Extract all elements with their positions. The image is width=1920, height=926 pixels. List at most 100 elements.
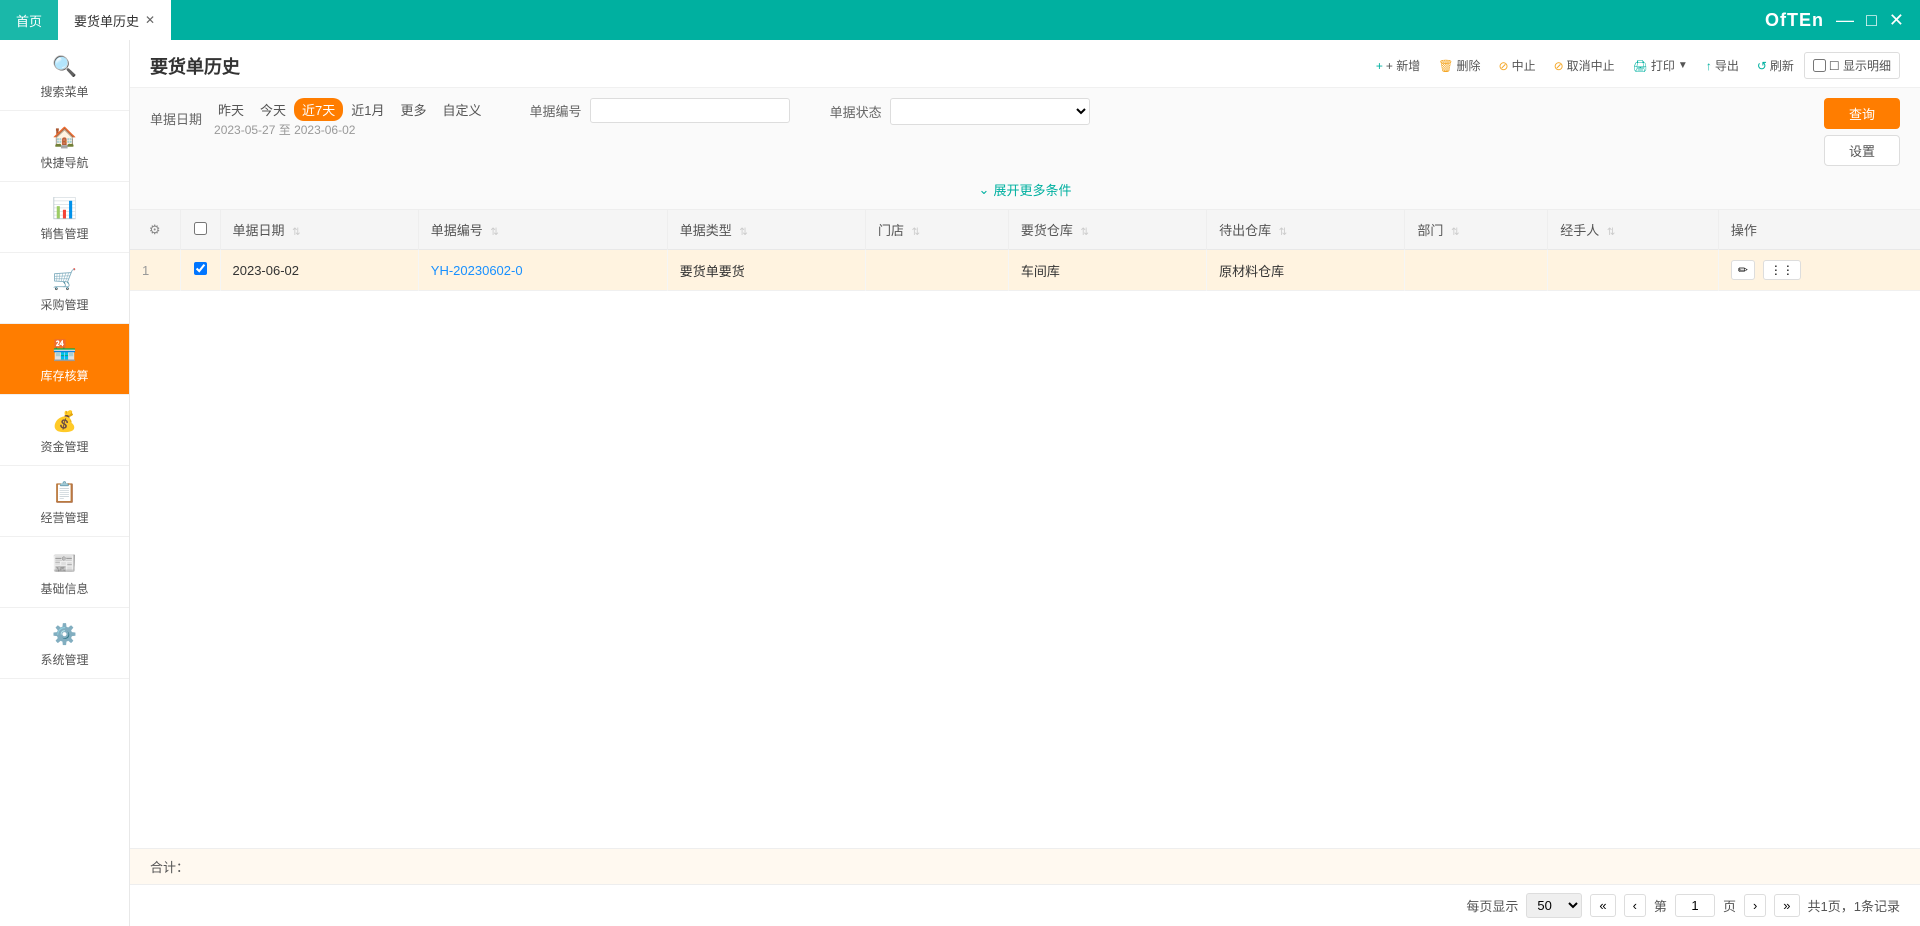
row-actions-cell: ✏ ⋮⋮ — [1718, 250, 1920, 291]
row-more-button[interactable]: ⋮⋮ — [1763, 260, 1801, 280]
handler-sort-icon[interactable]: ⇅ — [1607, 227, 1615, 238]
delete-button[interactable]: 🗑 删除 — [1430, 53, 1488, 78]
new-label: + 新增 — [1386, 57, 1420, 74]
header-row: ⚙ 单据日期 ⇅ 单据编号 ⇅ — [130, 210, 1920, 250]
docno-input[interactable] — [590, 98, 790, 123]
row-doc-date: 2023-06-02 — [220, 250, 418, 291]
window-maximize-icon[interactable]: □ — [1866, 10, 1877, 31]
sidebar-item-basic-info[interactable]: 📰 基础信息 — [0, 537, 129, 608]
sidebar-item-sales[interactable]: 📊 销售管理 — [0, 182, 129, 253]
settings-button[interactable]: 设置 — [1824, 135, 1900, 166]
pagination-bar: 每页显示 50 10 20 100 « ‹ 第 页 › » 共1页，1条记录 — [130, 884, 1920, 926]
date-range-text: 2023-05-27 至 2023-06-02 — [214, 121, 490, 138]
cancel-stop-button[interactable]: ⊘ 取消中止 — [1546, 53, 1623, 78]
export-label: 导出 — [1715, 57, 1739, 74]
doc-type-col-label: 单据类型 — [680, 223, 732, 238]
table-row: 1 2023-06-02 YH-20230602-0 要货单要货 车间库 原材料… — [130, 250, 1920, 291]
doc-type-col-header: 单据类型 ⇅ — [667, 210, 865, 250]
sidebar-item-inventory[interactable]: 🏪 库存核算 — [0, 324, 129, 395]
table-body: 1 2023-06-02 YH-20230602-0 要货单要货 车间库 原材料… — [130, 250, 1920, 291]
sidebar-item-quick-nav[interactable]: 🏠 快捷导航 — [0, 111, 129, 182]
refresh-button[interactable]: ↺ 刷新 — [1749, 53, 1802, 78]
system-icon: ⚙️ — [52, 622, 77, 647]
expand-filter-button[interactable]: ⌄ 展开更多条件 — [979, 180, 1072, 199]
page-number-input[interactable] — [1675, 894, 1715, 917]
tab-close-icon[interactable]: ✕ — [145, 13, 155, 27]
date-btn-1month[interactable]: 近1月 — [343, 98, 392, 121]
sidebar-item-search[interactable]: 🔍 搜索菜单 — [0, 40, 129, 111]
table-settings-icon[interactable]: ⚙ — [149, 222, 161, 237]
date-btn-today[interactable]: 今天 — [252, 98, 294, 121]
window-close-icon[interactable]: ✕ — [1889, 10, 1904, 31]
tab-home[interactable]: 首页 — [0, 0, 58, 40]
first-page-button[interactable]: « — [1590, 894, 1615, 917]
doc-no-sort-icon[interactable]: ⇅ — [490, 227, 498, 238]
new-icon: + — [1376, 59, 1383, 73]
dept-sort-icon[interactable]: ⇅ — [1451, 227, 1459, 238]
next-page-button[interactable]: › — [1744, 894, 1766, 917]
date-btn-7days[interactable]: 近7天 — [294, 98, 343, 121]
doc-no-col-header: 单据编号 ⇅ — [418, 210, 667, 250]
sidebar-item-inventory-label: 库存核算 — [40, 367, 88, 384]
page-title: 要货单历史 — [150, 53, 240, 79]
settings-col-header: ⚙ — [130, 210, 180, 250]
req-warehouse-sort-icon[interactable]: ⇅ — [1081, 227, 1089, 238]
content-area: 要货单历史 + + 新增 🗑 删除 ⊘ 中止 ⊘ 取消中止 — [130, 40, 1920, 926]
display-cell-button[interactable]: ☐ 显示明细 — [1804, 52, 1900, 79]
page-size-select[interactable]: 50 10 20 100 — [1526, 893, 1582, 918]
docstatus-select[interactable] — [890, 98, 1090, 125]
delete-label: 删除 — [1456, 57, 1480, 74]
doc-type-sort-icon[interactable]: ⇅ — [739, 227, 747, 238]
finance-icon: 💰 — [52, 409, 77, 434]
sidebar-item-finance[interactable]: 💰 资金管理 — [0, 395, 129, 466]
print-caret-icon: ▼ — [1678, 60, 1688, 71]
main-table: ⚙ 单据日期 ⇅ 单据编号 ⇅ — [130, 210, 1920, 291]
expand-filter-label: 展开更多条件 — [993, 180, 1071, 199]
stop-label: 中止 — [1512, 57, 1536, 74]
stop-button[interactable]: ⊘ 中止 — [1491, 53, 1544, 78]
tab-history[interactable]: 要货单历史 ✕ — [58, 0, 171, 40]
date-filter-group: 单据日期 昨天 今天 近7天 近1月 更多 自定义 2023-05-27 至 2… — [150, 98, 490, 138]
row-doc-no: YH-20230602-0 — [418, 250, 667, 291]
prev-page-button[interactable]: ‹ — [1624, 894, 1646, 917]
pending-warehouse-col-label: 待出仓库 — [1219, 223, 1271, 238]
date-filter-buttons: 昨天 今天 近7天 近1月 更多 自定义 — [210, 98, 490, 121]
row-action-buttons: ✏ ⋮⋮ — [1731, 260, 1908, 280]
new-button[interactable]: + + 新增 — [1368, 53, 1428, 78]
page-header: 要货单历史 + + 新增 🗑 删除 ⊘ 中止 ⊘ 取消中止 — [130, 40, 1920, 88]
sidebar-item-purchase[interactable]: 🛒 采购管理 — [0, 253, 129, 324]
cancel-stop-icon: ⊘ — [1554, 59, 1564, 73]
delete-icon: 🗑 — [1438, 59, 1453, 73]
row-checkbox[interactable] — [194, 262, 207, 275]
date-btn-more[interactable]: 更多 — [393, 98, 435, 121]
handler-col-label: 经手人 — [1560, 223, 1599, 238]
display-cell-checkbox[interactable] — [1813, 59, 1826, 72]
select-all-checkbox[interactable] — [194, 222, 207, 235]
row-checkbox-cell — [180, 250, 220, 291]
date-btn-yesterday[interactable]: 昨天 — [210, 98, 252, 121]
page-unit: 页 — [1723, 896, 1736, 915]
last-page-button[interactable]: » — [1774, 894, 1799, 917]
query-button[interactable]: 查询 — [1824, 98, 1900, 129]
sidebar-item-operation[interactable]: 📋 经营管理 — [0, 466, 129, 537]
window-minimize-icon[interactable]: — — [1836, 10, 1854, 31]
tab-bar: 首页 要货单历史 ✕ — [0, 0, 171, 40]
store-col-label: 门店 — [878, 223, 904, 238]
doc-date-sort-icon[interactable]: ⇅ — [292, 227, 300, 238]
sidebar-item-quick-nav-label: 快捷导航 — [40, 154, 88, 171]
sidebar-item-system[interactable]: ⚙️ 系统管理 — [0, 608, 129, 679]
pending-warehouse-sort-icon[interactable]: ⇅ — [1279, 227, 1287, 238]
row-edit-button[interactable]: ✏ — [1731, 260, 1755, 280]
print-button[interactable]: 🖨 打印 ▼ — [1625, 53, 1696, 78]
expand-down-icon: ⌄ — [979, 182, 990, 198]
sidebar-item-operation-label: 经营管理 — [40, 509, 88, 526]
row-store — [866, 250, 1009, 291]
date-filter-label: 单据日期 — [150, 109, 202, 128]
filter-action-buttons: 查询 设置 — [1824, 98, 1900, 166]
export-button[interactable]: ↑ 导出 — [1698, 53, 1747, 78]
refresh-label: 刷新 — [1770, 57, 1794, 74]
date-btn-custom[interactable]: 自定义 — [435, 98, 490, 121]
sales-icon: 📊 — [52, 196, 77, 221]
store-sort-icon[interactable]: ⇅ — [912, 227, 920, 238]
row-doc-no-link[interactable]: YH-20230602-0 — [431, 263, 523, 278]
